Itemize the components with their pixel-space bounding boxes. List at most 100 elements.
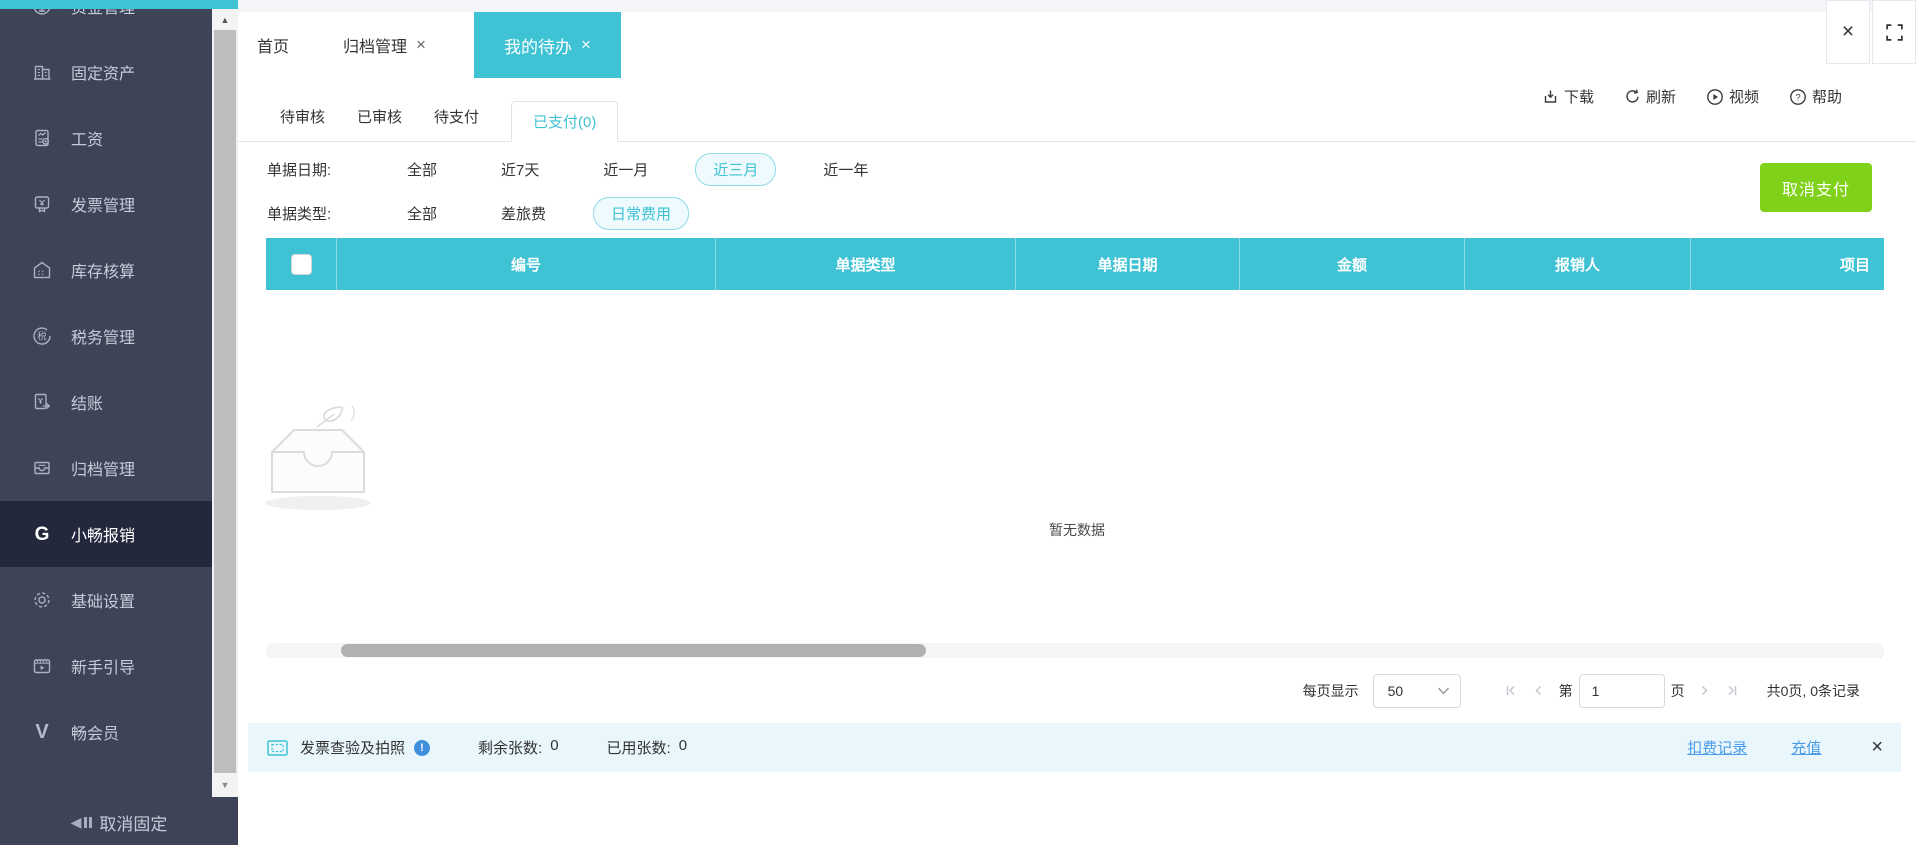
invoice-bar-title: 发票查验及拍照 [300, 740, 406, 757]
used-label: 已用张数: [606, 740, 671, 757]
sidebar-item-settings[interactable]: 基础设置 [0, 567, 212, 633]
scroll-down-icon[interactable]: ▼ [212, 773, 238, 797]
deduction-records-link[interactable]: 扣费记录 [1687, 737, 1747, 758]
download-button[interactable]: 下载 [1542, 86, 1594, 107]
sidebar-scrollbar-thumb[interactable] [214, 30, 236, 775]
filter-type-daily-selected[interactable]: 日常费用 [593, 196, 690, 230]
sidebar-item-tax[interactable]: 税 税务管理 [0, 303, 212, 369]
remaining-label: 剩余张数: [478, 740, 543, 757]
per-page-value: 50 [1387, 682, 1404, 699]
per-page-select[interactable]: 50 [1372, 673, 1461, 708]
sidebar-item-fixed-assets[interactable]: 固定资产 [0, 39, 212, 105]
sidebar-item-reimburse[interactable]: G 小畅报销 [0, 501, 212, 567]
recharge-link[interactable]: 充值 [1791, 737, 1821, 758]
invoice-ticket-icon [266, 738, 289, 758]
sidebar-item-member[interactable]: V 畅会员 [0, 699, 212, 765]
sidebar-top-accent [0, 0, 238, 9]
select-all-cell [266, 238, 336, 290]
first-page-button[interactable] [1500, 680, 1522, 702]
column-header-doc-type[interactable]: 单据类型 [715, 238, 1015, 290]
video-label: 视频 [1728, 89, 1759, 106]
filter-type-options: 全部 差旅费 日常费用 [407, 196, 690, 230]
video-button[interactable]: 视频 [1706, 86, 1759, 107]
refresh-icon [1624, 88, 1641, 105]
sidebar-item-guide[interactable]: 新手引导 [0, 633, 212, 699]
used-value: 0 [678, 737, 688, 754]
tab-close-icon[interactable]: × [581, 35, 591, 55]
sidebar-item-closing[interactable]: 结账 [0, 369, 212, 435]
filter-type-travel[interactable]: 差旅费 [501, 203, 546, 224]
chevron-down-icon [1437, 686, 1450, 696]
horizontal-scrollbar[interactable] [266, 643, 1884, 658]
svg-text:税: 税 [37, 331, 47, 343]
tab-home[interactable]: 首页 [257, 12, 311, 78]
refresh-button[interactable]: 刷新 [1624, 86, 1676, 107]
close-page-button[interactable]: × [1826, 0, 1870, 64]
help-button[interactable]: ? 帮助 [1789, 86, 1842, 107]
gear-icon [30, 588, 54, 612]
tab-todo-active[interactable]: 我的待办 × [473, 12, 621, 78]
filter-type-label: 单据类型: [267, 205, 332, 223]
remaining-value: 0 [550, 737, 559, 754]
tab-label: 归档管理 [343, 39, 408, 56]
filter-date-1y[interactable]: 近一年 [823, 159, 868, 180]
scroll-up-icon[interactable]: ▲ [212, 9, 238, 31]
info-icon[interactable]: ! [414, 739, 431, 756]
filter-date-all[interactable]: 全部 [407, 159, 437, 180]
sidebar-item-archive-mgmt[interactable]: 归档管理 [0, 435, 212, 501]
closing-book-icon [30, 390, 54, 414]
building-icon [30, 60, 54, 84]
sidebar-menu: 资金管理 固定资产 [0, 9, 212, 765]
filter-date-3m-selected[interactable]: 近三月 [695, 152, 777, 186]
close-icon: × [1841, 20, 1855, 43]
column-header-number[interactable]: 编号 [336, 238, 715, 290]
sidebar-item-label: 库存核算 [71, 264, 136, 281]
subtab-reviewed[interactable]: 已审核 [357, 106, 402, 141]
used-count: 已用张数: 0 [607, 737, 688, 758]
last-page-button[interactable] [1722, 680, 1744, 702]
sidebar-item-label: 新手引导 [71, 660, 136, 677]
filter-date-7d[interactable]: 近7天 [501, 159, 539, 180]
unpin-sidebar-button[interactable]: ◀ 取消固定 [0, 810, 238, 835]
select-all-checkbox[interactable] [290, 253, 312, 275]
subtab-pending-pay[interactable]: 待支付 [434, 106, 479, 141]
sidebar-item-invoice-mgmt[interactable]: 发票管理 [0, 171, 212, 237]
reimburse-logo-icon: G [34, 523, 50, 545]
prev-page-button[interactable] [1528, 680, 1550, 702]
sidebar-item-label: 归档管理 [71, 462, 136, 479]
fullscreen-button[interactable] [1872, 0, 1916, 64]
remaining-count: 剩余张数: 0 [478, 737, 559, 758]
filter-date-label: 单据日期: [267, 161, 332, 179]
sidebar-item-salary[interactable]: 工资 [0, 105, 212, 171]
filter-date-row: 单据日期: 全部 近7天 近一月 近三月 近一年 [267, 152, 868, 186]
salary-calc-icon [30, 126, 54, 150]
tab-close-icon[interactable]: × [416, 35, 426, 55]
invoice-bar-close-icon[interactable]: × [1871, 736, 1883, 759]
tab-bar: 首页 归档管理 × 我的待办 × [238, 12, 1916, 78]
member-v-icon: V [35, 721, 49, 743]
sidebar-item-label: 固定资产 [71, 66, 136, 83]
invoice-bar-links: 扣费记录 充值 × [1687, 736, 1883, 759]
filter-type-all[interactable]: 全部 [407, 203, 437, 224]
horizontal-scrollbar-thumb[interactable] [341, 644, 926, 657]
column-header-amount[interactable]: 金额 [1239, 238, 1464, 290]
filter-date-1m[interactable]: 近一月 [603, 159, 648, 180]
subtab-pending-review[interactable]: 待审核 [280, 106, 325, 141]
page-number-input[interactable] [1578, 673, 1665, 708]
column-header-doc-date[interactable]: 单据日期 [1015, 238, 1239, 290]
column-header-claimant[interactable]: 报销人 [1464, 238, 1690, 290]
column-header-project[interactable]: 项目 [1690, 238, 1884, 290]
subtab-paid-active[interactable]: 已支付(0) [511, 101, 619, 142]
sidebar-item-label: 结账 [71, 396, 104, 413]
next-page-button[interactable] [1694, 680, 1716, 702]
sidebar: 资金管理 固定资产 [0, 9, 238, 845]
sidebar-item-funds[interactable]: 资金管理 [0, 9, 212, 39]
tab-label: 首页 [257, 39, 290, 56]
filter-type-row: 单据类型: 全部 差旅费 日常费用 [267, 196, 690, 230]
tax-icon: 税 [30, 324, 54, 348]
toolbar: 下载 刷新 视频 ? 帮助 [1542, 86, 1842, 107]
tab-archive[interactable]: 归档管理 × [321, 12, 448, 78]
cancel-payment-button[interactable]: 取消支付 [1760, 163, 1872, 212]
sidebar-item-inventory[interactable]: 库存核算 [0, 237, 212, 303]
sidebar-scrollbar[interactable]: ▲ ▼ [212, 9, 238, 797]
